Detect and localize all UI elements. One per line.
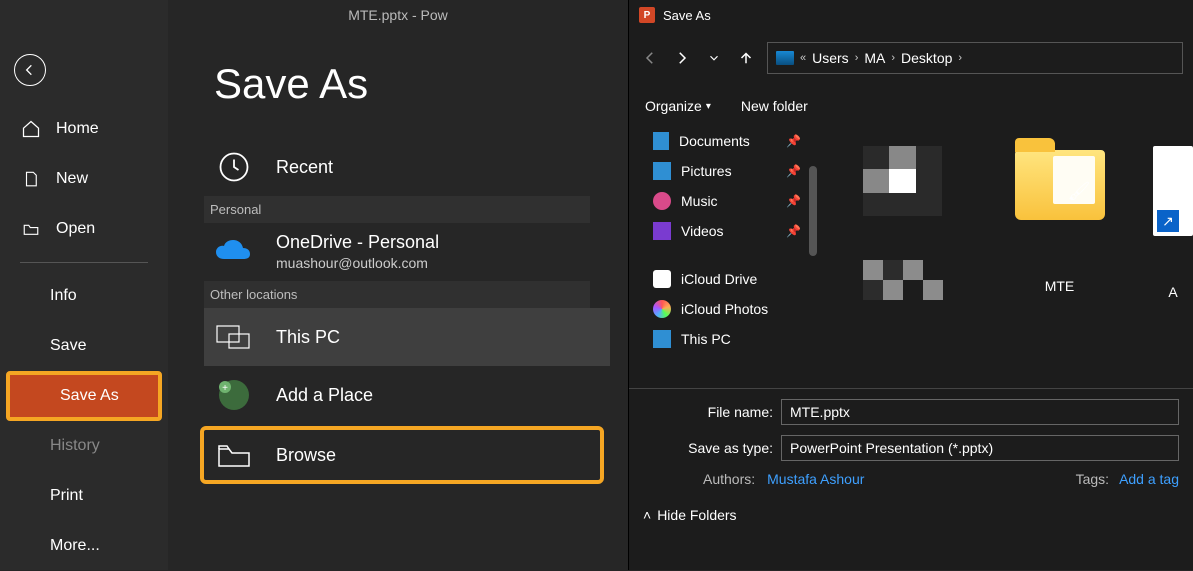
location-label: OneDrive - Personal — [276, 232, 439, 254]
music-icon — [653, 192, 671, 210]
folder-open-icon — [214, 435, 254, 475]
content-item-3[interactable]: ↗ A — [1153, 136, 1193, 388]
section-personal: Personal — [204, 196, 590, 223]
nav-open[interactable]: Open — [0, 204, 168, 254]
new-folder-button[interactable]: New folder — [741, 98, 808, 114]
documents-icon — [653, 132, 669, 150]
nav-label: Home — [56, 120, 99, 138]
hide-folders-button[interactable]: ˄ Hide Folders — [643, 507, 737, 523]
sidebar-icloud-drive[interactable]: iCloud Drive — [653, 264, 819, 294]
location-add-place[interactable]: + Add a Place — [204, 366, 610, 424]
folder-open-icon — [20, 220, 42, 238]
nav-label: Open — [56, 220, 95, 238]
section-other: Other locations — [204, 281, 590, 308]
page-title: Save As — [214, 60, 628, 108]
filename-input[interactable]: MTE.pptx — [781, 399, 1179, 425]
pin-icon[interactable]: 📌 — [786, 194, 801, 208]
file-icon — [20, 169, 42, 189]
clock-icon — [214, 147, 254, 187]
content-label: A — [1153, 284, 1193, 300]
content-label: MTE — [996, 278, 1123, 294]
icloud-photos-icon — [653, 300, 671, 318]
location-browse[interactable]: Browse — [200, 426, 604, 484]
nav-back-button[interactable] — [639, 47, 661, 69]
dialog-titlebar: P Save As — [629, 0, 1193, 30]
chevron-up-icon: ˄ — [643, 507, 651, 523]
organize-button[interactable]: Organize ▾ — [645, 98, 711, 114]
nav-more[interactable]: More... — [0, 521, 168, 571]
chevron-down-icon: ▾ — [706, 101, 711, 112]
tags-label: Tags: — [1076, 471, 1109, 487]
this-pc-icon — [214, 317, 254, 357]
dialog-toolbar: Organize ▾ New folder — [629, 86, 1193, 126]
save-as-dialog: P Save As « Users› MA› Desktop› Organize… — [628, 0, 1193, 570]
pin-icon[interactable]: 📌 — [786, 164, 801, 178]
location-label: Browse — [276, 445, 336, 466]
nav-label: New — [56, 170, 88, 188]
nav-up-button[interactable] — [735, 47, 757, 69]
dialog-title: Save As — [663, 8, 711, 23]
shortcut-icon: ↗ — [1157, 210, 1179, 232]
pin-icon[interactable]: 📌 — [786, 134, 801, 148]
location-label: Recent — [276, 157, 333, 178]
powerpoint-icon: P — [639, 7, 655, 23]
window-title: MTE.pptx - Pow — [168, 0, 628, 30]
savetype-label: Save as type: — [643, 440, 773, 456]
pictures-icon — [653, 162, 671, 180]
location-subtitle: muashour@outlook.com — [276, 255, 439, 272]
sidebar-music[interactable]: Music📌 — [653, 186, 819, 216]
tags-value[interactable]: Add a tag — [1119, 471, 1179, 487]
videos-icon — [653, 222, 671, 240]
dialog-bottom: File name: MTE.pptx Save as type: PowerP… — [629, 388, 1193, 487]
location-label: This PC — [276, 327, 340, 348]
svg-text:+: + — [222, 383, 228, 394]
location-onedrive[interactable]: OneDrive - Personal muashour@outlook.com — [204, 223, 610, 281]
nav-info[interactable]: Info — [0, 271, 168, 321]
address-bar[interactable]: « Users› MA› Desktop› — [767, 42, 1183, 74]
this-pc-icon — [653, 330, 671, 348]
sidebar-scrollbar[interactable] — [809, 166, 817, 256]
sidebar-videos[interactable]: Videos📌 — [653, 216, 819, 246]
save-as-panel: Save As Recent Personal OneDrive - Perso… — [168, 30, 628, 570]
savetype-select[interactable]: PowerPoint Presentation (*.pptx) — [781, 435, 1179, 461]
breadcrumb-users[interactable]: Users› — [812, 50, 858, 66]
sidebar-pictures[interactable]: Pictures📌 — [653, 156, 819, 186]
location-this-pc[interactable]: This PC — [204, 308, 610, 366]
nav-new[interactable]: New — [0, 154, 168, 204]
nav-divider — [20, 262, 148, 263]
breadcrumb-desktop[interactable]: Desktop› — [901, 50, 962, 66]
add-place-icon: + — [214, 375, 254, 415]
dialog-nav-bar: « Users› MA› Desktop› — [629, 30, 1193, 86]
dialog-sidebar: Documents📌 Pictures📌 Music📌 Videos📌 iClo… — [629, 126, 819, 388]
nav-history-dropdown[interactable] — [703, 47, 725, 69]
location-recent[interactable]: Recent — [204, 138, 610, 196]
content-item-1[interactable] — [839, 136, 966, 388]
nav-save[interactable]: Save — [0, 321, 168, 371]
onedrive-icon — [214, 232, 254, 272]
icloud-drive-icon — [653, 270, 671, 288]
nav-forward-button[interactable] — [671, 47, 693, 69]
nav-save-as[interactable]: Save As — [6, 371, 162, 421]
location-label: Add a Place — [276, 385, 373, 406]
breadcrumb-ma[interactable]: MA› — [864, 50, 895, 66]
authors-label: Authors: — [703, 471, 755, 487]
breadcrumb-prefix: « — [800, 52, 806, 64]
nav-print[interactable]: Print — [0, 471, 168, 521]
back-button[interactable] — [14, 54, 46, 86]
authors-value[interactable]: Mustafa Ashour — [767, 471, 864, 487]
filename-label: File name: — [643, 404, 773, 420]
sidebar-this-pc[interactable]: This PC — [653, 324, 819, 354]
nav-history[interactable]: History — [0, 421, 168, 471]
content-item-mte[interactable]: MTE — [996, 136, 1123, 388]
backstage-nav: Home New Open Info Save Save As History … — [0, 0, 168, 570]
desktop-icon — [776, 51, 794, 65]
nav-home[interactable]: Home — [0, 104, 168, 154]
sidebar-icloud-photos[interactable]: iCloud Photos — [653, 294, 819, 324]
pin-icon[interactable]: 📌 — [786, 224, 801, 238]
dialog-content: MTE ↗ A — [819, 126, 1193, 388]
sidebar-documents[interactable]: Documents📌 — [653, 126, 819, 156]
home-icon — [20, 119, 42, 139]
